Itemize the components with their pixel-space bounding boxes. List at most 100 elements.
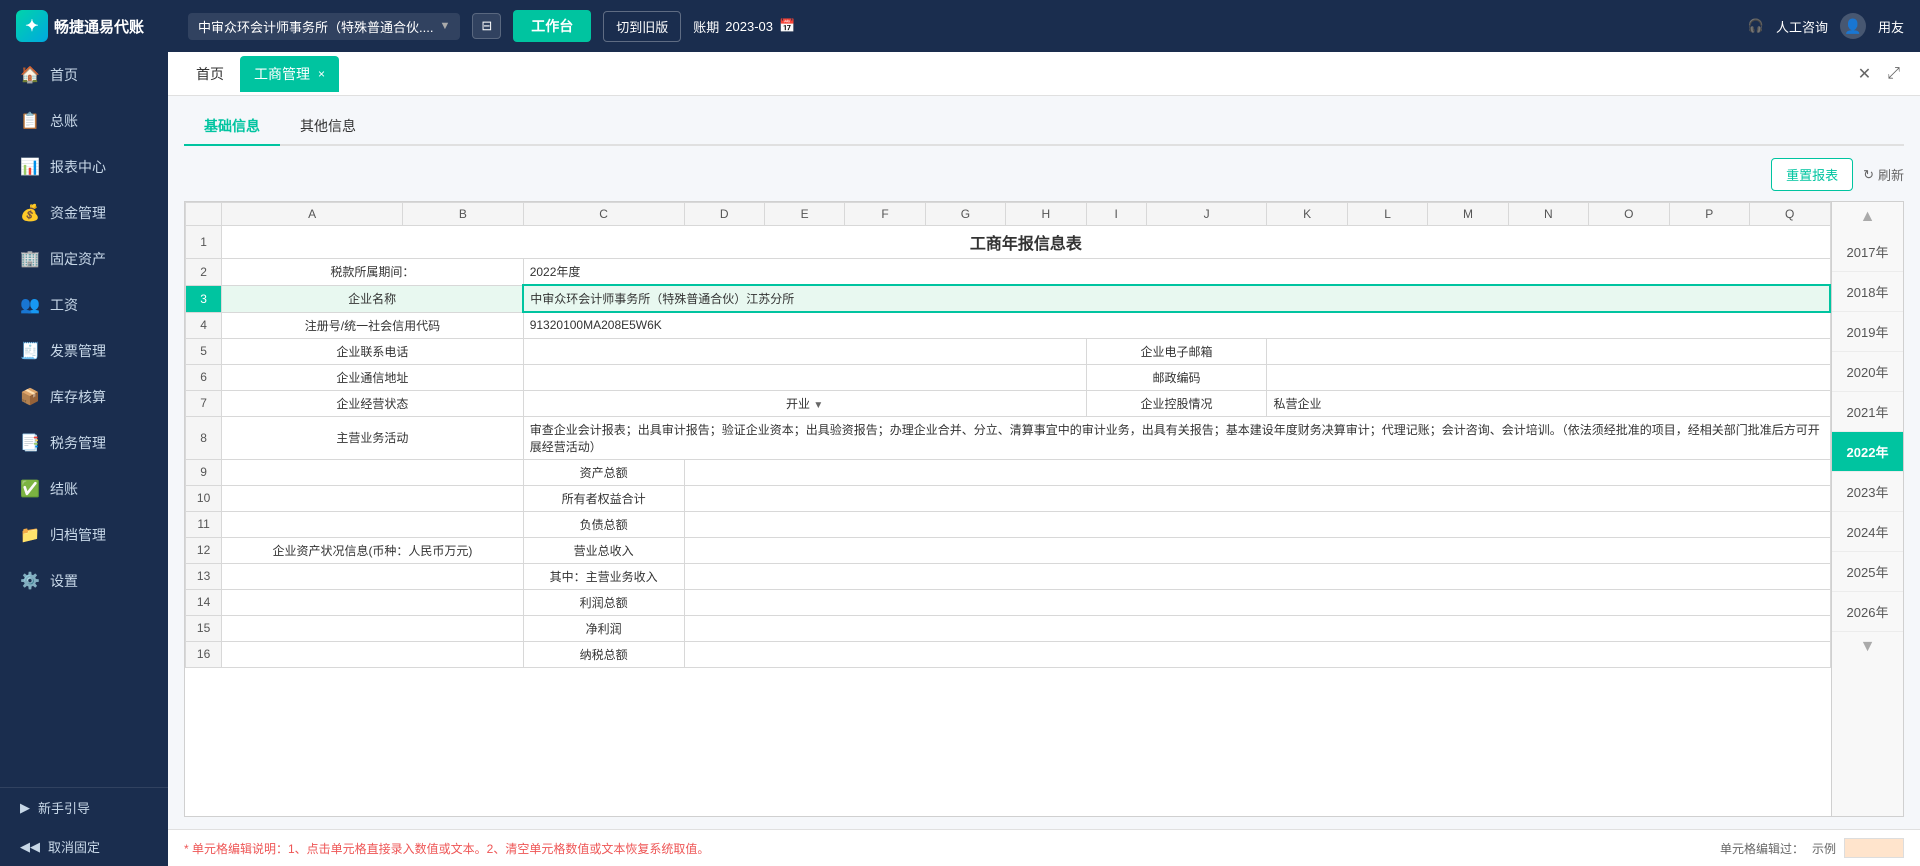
cell-5-value1[interactable] — [523, 338, 1086, 364]
sidebar-item-finance[interactable]: 💰 资金管理 — [0, 190, 168, 236]
reset-report-button[interactable]: 重置报表 — [1771, 158, 1853, 191]
col-header-D[interactable]: D — [684, 203, 764, 226]
col-header-H[interactable]: H — [1006, 203, 1086, 226]
cell-edited-label: 单元格编辑过： — [1720, 840, 1804, 857]
refresh-button[interactable]: ↻ 刷新 — [1863, 165, 1904, 184]
cell-2-value[interactable]: 2022年度 — [523, 259, 1830, 286]
cell-16-value[interactable] — [684, 641, 1830, 667]
sidebar-newbie[interactable]: ▶ 新手引导 — [0, 788, 168, 827]
row-num-16: 16 — [186, 641, 222, 667]
sidebar-item-assets[interactable]: 🏢 固定资产 — [0, 236, 168, 282]
sidebar-label-archive: 归档管理 — [50, 525, 106, 545]
tab-home[interactable]: 首页 — [184, 56, 236, 92]
cell-13-value[interactable] — [684, 563, 1830, 589]
year-item-2021[interactable]: 2021年 — [1832, 392, 1903, 432]
col-header-I[interactable]: I — [1086, 203, 1146, 226]
workbench-button[interactable]: 工作台 — [513, 10, 591, 42]
sidebar-item-reports[interactable]: 📊 报表中心 — [0, 144, 168, 190]
expand-button[interactable]: ⤢ — [1883, 61, 1904, 87]
sidebar-item-home[interactable]: 🏠 首页 — [0, 52, 168, 98]
col-header-M[interactable]: M — [1428, 203, 1508, 226]
company-selector[interactable]: 中审众环会计师事务所（特殊普通合伙.... ▼ — [188, 13, 460, 40]
cell-15-value[interactable] — [684, 615, 1830, 641]
sidebar-label-close: 结账 — [50, 479, 78, 499]
bottom-bar: * 单元格编辑说明：1、点击单元格直接录入数值或文本。2、清空单元格数值或文本恢… — [168, 829, 1920, 866]
row-num-14: 14 — [186, 589, 222, 615]
cell-4-value[interactable]: 91320100MA208E5W6K — [523, 312, 1830, 338]
sidebar-item-ledger[interactable]: 📋 总账 — [0, 98, 168, 144]
sidebar-item-inventory[interactable]: 📦 库存核算 — [0, 374, 168, 420]
cell-7-dropdown[interactable]: 开业 ▼ — [523, 390, 1086, 416]
sidebar-item-archive[interactable]: 📁 归档管理 — [0, 512, 168, 558]
user-name: 用友 — [1878, 17, 1904, 36]
refresh-label: 刷新 — [1878, 165, 1904, 184]
cell-6-label1: 企业通信地址 — [222, 364, 524, 390]
cell-8-value[interactable]: 审查企业会计报表；出具审计报告；验证企业资本；出具验资报告；办理企业合并、分立、… — [523, 416, 1830, 459]
sidebar-item-close[interactable]: ✅ 结账 — [0, 466, 168, 512]
user-service-label[interactable]: 人工咨询 — [1776, 17, 1828, 36]
year-item-2026[interactable]: 2026年 — [1832, 592, 1903, 632]
cell-6-label2: 邮政编码 — [1086, 364, 1267, 390]
col-header-K[interactable]: K — [1267, 203, 1347, 226]
year-item-2017[interactable]: 2017年 — [1832, 232, 1903, 272]
cell-edited-example-label: 示例 — [1812, 840, 1836, 857]
year-item-2022[interactable]: 2022年 — [1832, 432, 1903, 472]
sidebar-item-settings[interactable]: ⚙️ 设置 — [0, 558, 168, 604]
sidebar-item-tax[interactable]: 📑 税务管理 — [0, 420, 168, 466]
col-header-A[interactable]: A — [222, 203, 403, 226]
col-header-C[interactable]: C — [523, 203, 684, 226]
calendar-icon[interactable]: 📅 — [779, 18, 795, 34]
subtab-basic[interactable]: 基础信息 — [184, 108, 280, 146]
col-header-N[interactable]: N — [1508, 203, 1588, 226]
cell-9-value[interactable] — [684, 459, 1830, 485]
sheet-title[interactable]: 工商年报信息表 — [222, 226, 1830, 259]
year-panel: ▲ 2017年 2018年 2019年 2020年 2021年 2022年 20… — [1831, 202, 1903, 816]
close-panel-button[interactable]: ✕ — [1854, 60, 1875, 88]
col-header-E[interactable]: E — [764, 203, 844, 226]
year-item-2023[interactable]: 2023年 — [1832, 472, 1903, 512]
spreadsheet-main[interactable]: A B C D E F G H I J K L — [185, 202, 1831, 816]
oldver-button[interactable]: 切到旧版 — [603, 11, 681, 42]
sidebar-item-invoice[interactable]: 🧾 发票管理 — [0, 328, 168, 374]
tab-close-icon[interactable]: × — [318, 67, 325, 81]
settings-icon: ⚙️ — [20, 571, 40, 591]
copy-company-button[interactable]: ⊟ — [472, 13, 501, 39]
row-num-2: 2 — [186, 259, 222, 286]
year-item-2018[interactable]: 2018年 — [1832, 272, 1903, 312]
headset-icon: 🎧 — [1748, 18, 1764, 34]
row-num-6: 6 — [186, 364, 222, 390]
col-header-Q[interactable]: Q — [1749, 203, 1830, 226]
cell-3-value[interactable]: 中审众环会计师事务所（特殊普通合伙）江苏分所 — [523, 285, 1830, 312]
year-item-2025[interactable]: 2025年 — [1832, 552, 1903, 592]
cell-11-value[interactable] — [684, 511, 1830, 537]
cell-6-value1[interactable] — [523, 364, 1086, 390]
col-header-G[interactable]: G — [925, 203, 1005, 226]
col-header-O[interactable]: O — [1589, 203, 1669, 226]
tab-industrial[interactable]: 工商管理 × — [240, 56, 339, 92]
cell-12-value[interactable] — [684, 537, 1830, 563]
cell-14-value[interactable] — [684, 589, 1830, 615]
col-header-P[interactable]: P — [1669, 203, 1749, 226]
year-item-2020[interactable]: 2020年 — [1832, 352, 1903, 392]
payroll-icon: 👥 — [20, 295, 40, 315]
cell-6-value2[interactable] — [1267, 364, 1830, 390]
cell-7-value2[interactable]: 私营企业 — [1267, 390, 1830, 416]
col-header-L[interactable]: L — [1347, 203, 1427, 226]
cell-5-value2[interactable] — [1267, 338, 1830, 364]
sidebar-unpin[interactable]: ◀◀ 取消固定 — [0, 827, 168, 866]
dropdown-arrow-icon: ▼ — [813, 400, 823, 411]
row-num-7: 7 — [186, 390, 222, 416]
col-header-B[interactable]: B — [403, 203, 524, 226]
row-num-4: 4 — [186, 312, 222, 338]
row-num-5: 5 — [186, 338, 222, 364]
cell-10-value[interactable] — [684, 485, 1830, 511]
year-panel-down[interactable]: ▼ — [1832, 632, 1903, 662]
col-header-F[interactable]: F — [845, 203, 925, 226]
toolbar: 重置报表 ↻ 刷新 — [184, 158, 1904, 191]
col-header-J[interactable]: J — [1146, 203, 1267, 226]
year-item-2019[interactable]: 2019年 — [1832, 312, 1903, 352]
subtab-other[interactable]: 其他信息 — [280, 108, 376, 146]
year-panel-up[interactable]: ▲ — [1832, 202, 1903, 232]
sidebar-item-payroll[interactable]: 👥 工资 — [0, 282, 168, 328]
year-item-2024[interactable]: 2024年 — [1832, 512, 1903, 552]
